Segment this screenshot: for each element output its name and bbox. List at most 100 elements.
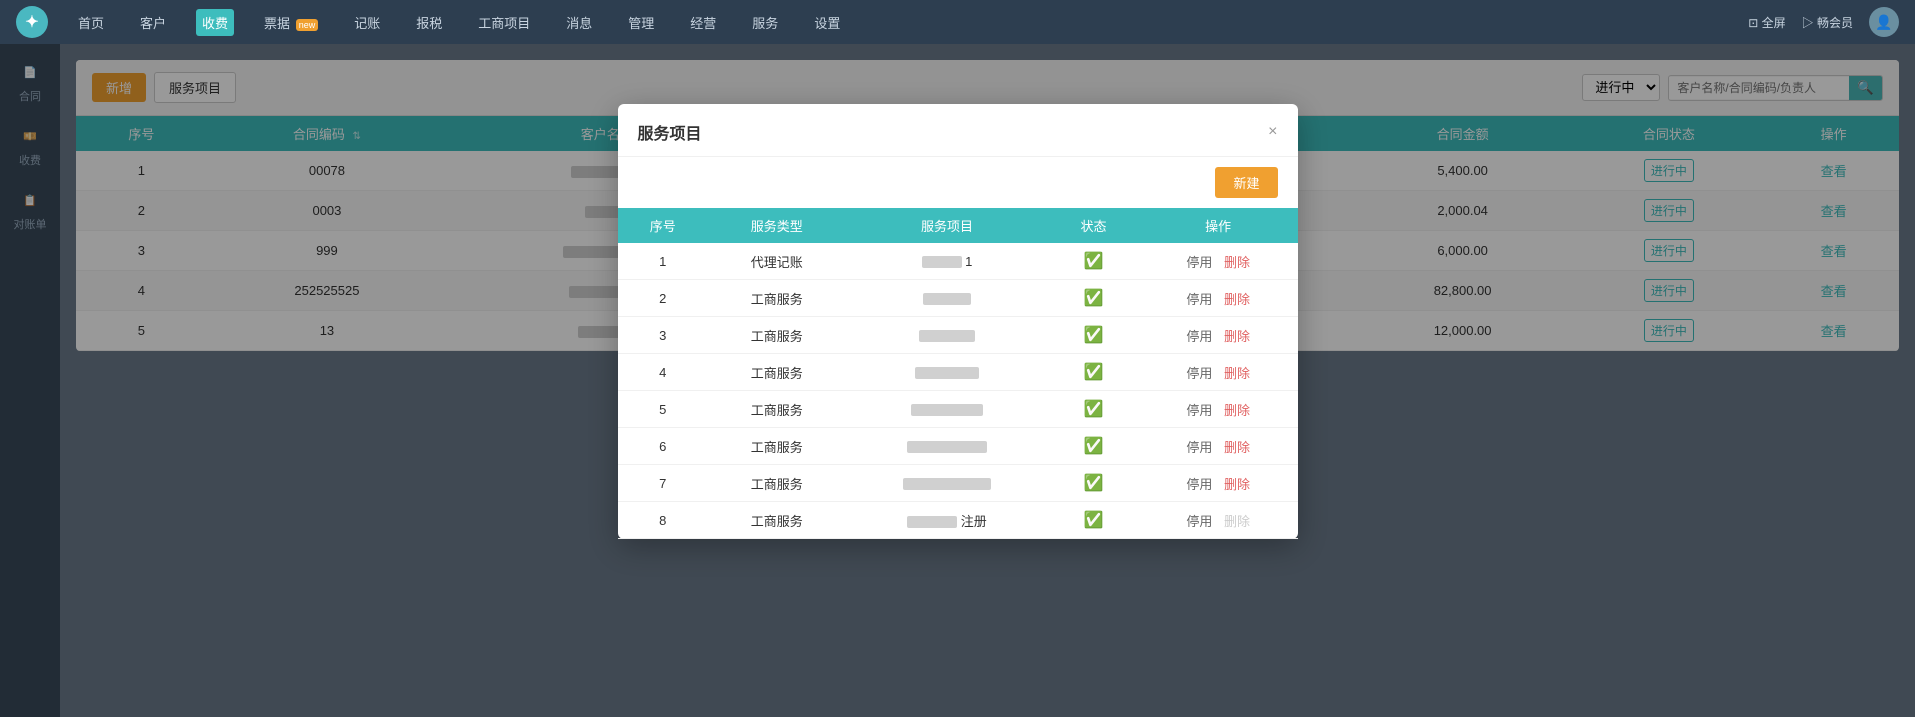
modal-cell-seq: 1 [618,243,709,280]
modal-cell-type: 工商服务 [708,391,846,428]
nav-right-side: ⊡ 全屏 ▷ 畅会员 👤 [1748,7,1899,37]
modal-table-row: 5 工商服务 ✅ 停用 删除 [618,391,1298,428]
modal-col-seq: 序号 [618,208,709,243]
modal-cell-status: ✅ [1048,280,1139,317]
modal-cell-type: 工商服务 [708,280,846,317]
modal-cell-actions: 停用 删除 [1139,502,1298,539]
modal-new-button[interactable]: 新建 [1215,167,1277,198]
stop-button[interactable]: 停用 [1186,477,1212,492]
modal-close-button[interactable]: × [1268,123,1277,141]
modal-header: 服务项目 × [618,104,1298,157]
nav-tax[interactable]: 报税 [410,9,448,36]
member-btn[interactable]: ▷ 畅会员 [1802,14,1853,31]
modal-cell-actions: 停用 删除 [1139,465,1298,502]
stop-button[interactable]: 停用 [1186,514,1212,529]
modal-toolbar: 新建 [618,157,1298,208]
modal-cell-seq: 2 [618,280,709,317]
delete-button[interactable]: 删除 [1224,329,1250,344]
nav-manage[interactable]: 管理 [622,9,660,36]
user-avatar[interactable]: 👤 [1869,7,1899,37]
stop-button[interactable]: 停用 [1186,403,1212,418]
modal-header-row: 序号 服务类型 服务项目 状态 操作 [618,208,1298,243]
modal-cell-actions: 停用 删除 [1139,280,1298,317]
modal-cell-item [846,280,1049,317]
modal-cell-status: ✅ [1048,502,1139,539]
modal-col-status: 状态 [1048,208,1139,243]
modal-cell-seq: 6 [618,428,709,465]
nav-settings[interactable]: 设置 [808,9,846,36]
stop-button[interactable]: 停用 [1186,292,1212,307]
modal-col-type: 服务类型 [708,208,846,243]
status-check-icon: ✅ [1084,401,1104,418]
modal-cell-item: 注册 [846,502,1049,539]
nav-invoice[interactable]: 票据 new [258,9,324,36]
modal-cell-item [846,391,1049,428]
delete-button[interactable]: 删除 [1224,403,1250,418]
modal-cell-actions: 停用 删除 [1139,354,1298,391]
delete-button[interactable]: 删除 [1224,366,1250,381]
modal-cell-item [846,465,1049,502]
modal-scroll-area[interactable]: 序号 服务类型 服务项目 状态 操作 1 代理记账 1 ✅ 停用 删除 [618,208,1298,539]
modal-cell-type: 代理记账 [708,243,846,280]
modal-table-row: 7 工商服务 ✅ 停用 删除 [618,465,1298,502]
modal-col-actions: 操作 [1139,208,1298,243]
nav-bookkeeping[interactable]: 记账 [348,9,386,36]
nav-operation[interactable]: 经营 [684,9,722,36]
modal-cell-status: ✅ [1048,354,1139,391]
modal-table-row: 6 工商服务 ✅ 停用 删除 [618,428,1298,465]
modal-cell-actions: 停用 删除 [1139,317,1298,354]
modal-cell-type: 工商服务 [708,428,846,465]
delete-button[interactable]: 删除 [1224,514,1250,529]
fullscreen-btn[interactable]: ⊡ 全屏 [1748,14,1785,31]
modal-cell-seq: 5 [618,391,709,428]
status-check-icon: ✅ [1084,364,1104,381]
modal-overlay[interactable]: 服务项目 × 新建 序号 服务类型 服务项目 状态 [60,44,1915,717]
app-logo: ✦ [16,6,48,38]
modal-cell-status: ✅ [1048,465,1139,502]
status-check-icon: ✅ [1084,475,1104,492]
status-check-icon: ✅ [1084,512,1104,529]
modal-col-item: 服务项目 [846,208,1049,243]
modal-cell-type: 工商服务 [708,317,846,354]
delete-button[interactable]: 删除 [1224,292,1250,307]
modal-cell-seq: 7 [618,465,709,502]
status-check-icon: ✅ [1084,438,1104,455]
modal-table-row: 2 工商服务 ✅ 停用 删除 [618,280,1298,317]
modal-cell-item: 1 [846,243,1049,280]
modal-cell-status: ✅ [1048,428,1139,465]
modal-table-row: 8 工商服务 注册 ✅ 停用 删除 [618,502,1298,539]
delete-button[interactable]: 删除 [1224,255,1250,270]
status-check-icon: ✅ [1084,253,1104,270]
delete-button[interactable]: 删除 [1224,477,1250,492]
content-area: 新增 服务项目 进行中 已结束 全部 🔍 [60,44,1915,717]
nav-billing[interactable]: 收费 [196,9,234,36]
stop-button[interactable]: 停用 [1186,329,1212,344]
modal-cell-actions: 停用 删除 [1139,428,1298,465]
nav-service[interactable]: 服务 [746,9,784,36]
modal-cell-actions: 停用 删除 [1139,243,1298,280]
status-check-icon: ✅ [1084,290,1104,307]
modal-cell-seq: 4 [618,354,709,391]
new-badge: new [296,19,319,31]
modal-cell-seq: 3 [618,317,709,354]
modal-cell-status: ✅ [1048,243,1139,280]
nav-message[interactable]: 消息 [560,9,598,36]
modal-cell-type: 工商服务 [708,354,846,391]
modal-cell-status: ✅ [1048,391,1139,428]
modal-cell-seq: 8 [618,502,709,539]
modal-table-row: 3 工商服务 ✅ 停用 删除 [618,317,1298,354]
modal-cell-actions: 停用 删除 [1139,391,1298,428]
stop-button[interactable]: 停用 [1186,255,1212,270]
nav-customer[interactable]: 客户 [134,9,172,36]
service-modal: 服务项目 × 新建 序号 服务类型 服务项目 状态 [618,104,1298,539]
modal-cell-status: ✅ [1048,317,1139,354]
nav-business[interactable]: 工商项目 [472,9,536,36]
delete-button[interactable]: 删除 [1224,440,1250,455]
modal-cell-item [846,354,1049,391]
main-layout: 📄 合同 💴 收费 📋 对账单 新增 服务项目 进行中 已结束 全部 [0,44,1915,717]
modal-table-row: 1 代理记账 1 ✅ 停用 删除 [618,243,1298,280]
nav-home[interactable]: 首页 [72,9,110,36]
stop-button[interactable]: 停用 [1186,366,1212,381]
modal-cell-type: 工商服务 [708,465,846,502]
stop-button[interactable]: 停用 [1186,440,1212,455]
